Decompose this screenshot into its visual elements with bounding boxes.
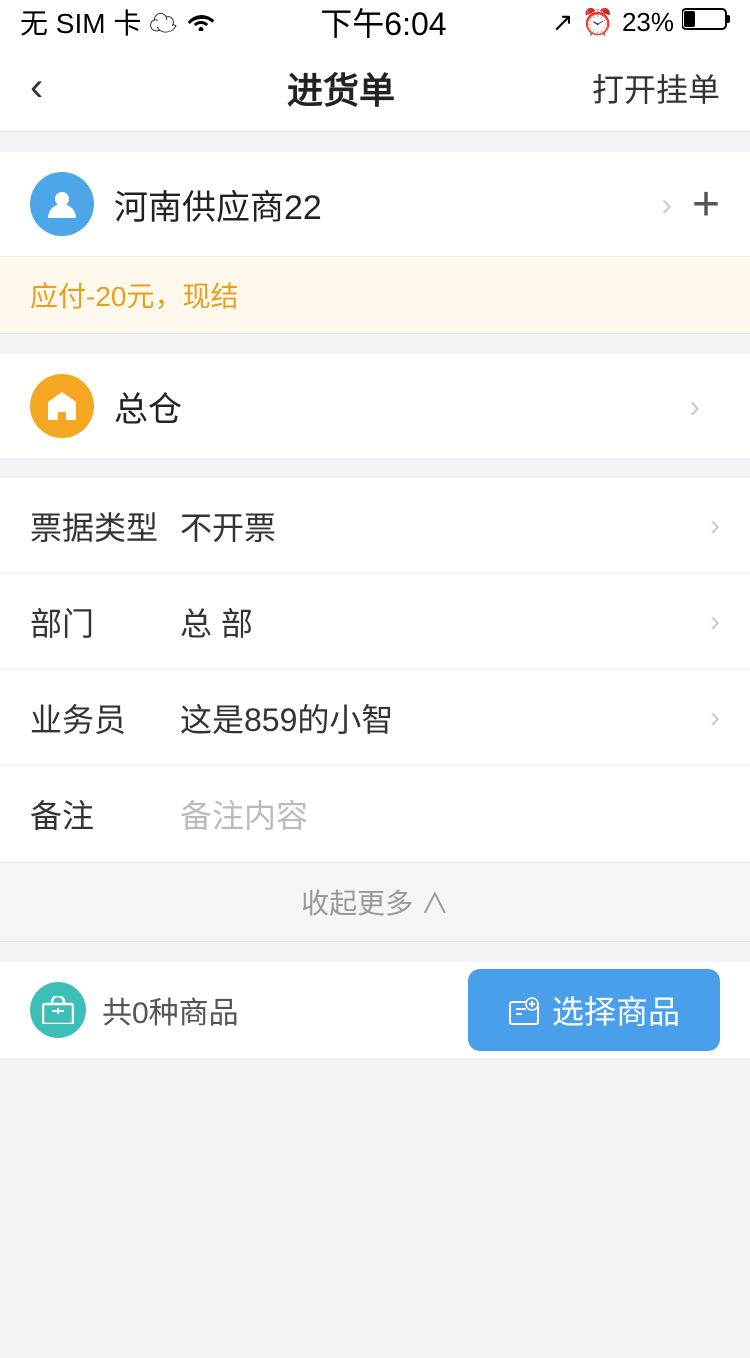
battery-icon [682,7,730,38]
remark-label: 备注 [30,791,170,837]
collapse-label: 收起更多 ∧ [301,882,449,922]
no-sim-text: 无 SIM 卡 ☁ [20,2,177,42]
status-left: 无 SIM 卡 ☁ [20,2,215,42]
invoice-type-value: 不开票 [170,503,710,549]
remark-input[interactable]: 备注内容 [170,791,720,837]
status-right: ↗ ⏰ 23% [552,7,730,38]
warehouse-arrow-icon: › [689,388,700,425]
invoice-type-label: 票据类型 [30,503,170,549]
notice-text: 应付-20元，现结 [30,281,238,312]
background-fill [0,1058,750,1358]
supplier-name: 河南供应商22 [114,180,661,229]
add-supplier-button[interactable]: + [692,177,720,232]
status-bar: 无 SIM 卡 ☁ 下午6:04 ↗ ⏰ 23% [0,0,750,44]
warehouse-section: 总仓 › [0,354,750,458]
product-count-text: 共0种商品 [102,988,239,1032]
invoice-type-row[interactable]: 票据类型 不开票 › [0,478,750,574]
status-time: 下午6:04 [320,0,446,45]
supplier-row[interactable]: 河南供应商22 › + [0,152,750,257]
location-icon: ↗ [552,7,574,38]
battery-text: 23% [622,7,674,38]
salesperson-label: 业务员 [30,695,170,741]
salesperson-row[interactable]: 业务员 这是859的小智 › [0,670,750,766]
salesperson-arrow-icon: › [710,701,720,735]
product-icon [30,982,86,1038]
warehouse-name: 总仓 [114,382,689,431]
supplier-section: 河南供应商22 › + 应付-20元，现结 [0,152,750,334]
department-label: 部门 [30,599,170,645]
department-value: 总 部 [170,599,710,645]
department-arrow-icon: › [710,605,720,639]
remark-row[interactable]: 备注 备注内容 [0,766,750,862]
collapse-row[interactable]: 收起更多 ∧ [0,862,750,942]
back-button[interactable]: ‹ [30,65,90,110]
divider2 [0,458,750,478]
nav-bar: ‹ 进货单 打开挂单 [0,44,750,132]
notice-banner: 应付-20元，现结 [0,257,750,334]
warehouse-row[interactable]: 总仓 › [0,354,750,458]
salesperson-value: 这是859的小智 [170,695,710,741]
top-divider [0,132,750,152]
select-product-button[interactable]: 选择商品 [468,969,720,1051]
form-section: 票据类型 不开票 › 部门 总 部 › 业务员 这是859的小智 › 备注 备注… [0,478,750,862]
invoice-type-arrow-icon: › [710,509,720,543]
bottom-bar: 共0种商品 选择商品 [0,962,750,1058]
mid-divider [0,334,750,354]
select-product-label: 选择商品 [552,987,680,1033]
page-title: 进货单 [287,62,395,114]
supplier-avatar [30,172,94,236]
supplier-arrow-icon: › [661,186,672,223]
open-pending-button[interactable]: 打开挂单 [592,65,720,111]
warehouse-icon [30,374,94,438]
alarm-icon: ⏰ [582,7,614,38]
wifi-icon [187,6,215,38]
department-row[interactable]: 部门 总 部 › [0,574,750,670]
product-count-wrap: 共0种商品 [30,982,239,1038]
